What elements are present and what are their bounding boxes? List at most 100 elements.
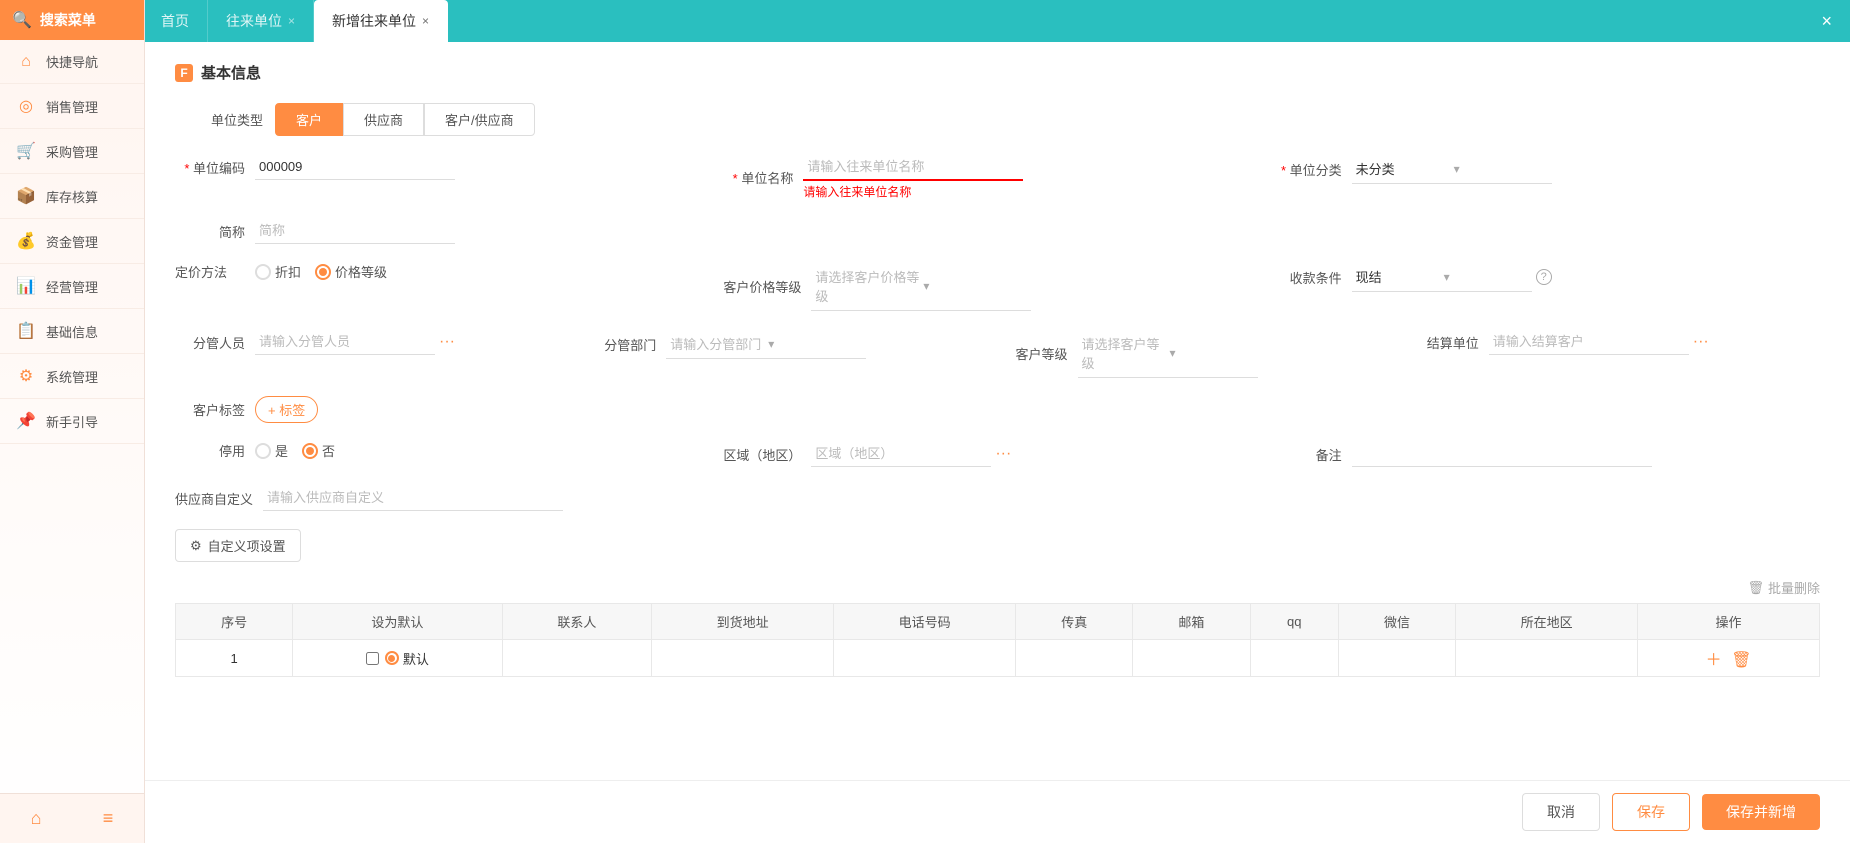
unit-type-label: 单位类型 <box>175 110 275 129</box>
sidebar-item-inventory[interactable]: 📦 库存核算 <box>0 174 144 219</box>
disabled-no-outer <box>302 443 318 459</box>
sidebar-item-finance[interactable]: 💰 资金管理 <box>0 219 144 264</box>
batch-delete-btn[interactable]: 🗑 批量删除 <box>1747 578 1820 597</box>
action-bar: 取消 保存 保存并新增 <box>145 780 1850 843</box>
sidebar-item-system[interactable]: ⚙ 系统管理 <box>0 354 144 399</box>
save-button[interactable]: 保存 <box>1612 793 1690 831</box>
pricing-level-label: 价格等级 <box>335 262 387 281</box>
section-title-text: 基本信息 <box>201 62 261 83</box>
supplier-custom-input[interactable] <box>263 485 563 511</box>
row-add-btn[interactable]: ＋ <box>1703 652 1725 669</box>
home-bottom-icon: ⌂ <box>31 808 42 829</box>
sidebar-item-finance-label: 资金管理 <box>46 232 98 251</box>
sidebar-item-sales[interactable]: ◎ 销售管理 <box>0 84 144 129</box>
unit-btn-supplier[interactable]: 供应商 <box>343 103 424 136</box>
form-row-4: 分管人员 ··· 分管部门 请输入分管部门 ▾ 客户等级 请选择客户等级 ▾ 结… <box>175 329 1820 378</box>
search-menu-label: 搜索菜单 <box>40 10 96 30</box>
disabled-yes-label: 是 <box>275 441 288 460</box>
row-delete-btn[interactable]: 🗑 <box>1728 652 1754 669</box>
customer-tag-label: 客户标签 <box>175 400 255 419</box>
unit-category-label: 单位分类 <box>1272 160 1352 179</box>
sidebar-item-operation-label: 经营管理 <box>46 277 98 296</box>
row-default-label: 默认 <box>403 649 429 668</box>
custom-settings-btn[interactable]: ⚙ 自定义项设置 <box>175 529 301 562</box>
table-header: 序号 设为默认 联系人 到货地址 电话号码 传真 邮箱 qq 微信 所在地区 操… <box>176 604 1820 640</box>
sidebar-item-quick-nav[interactable]: ⌂ 快捷导航 <box>0 40 144 84</box>
unit-name-label: 单位名称 <box>723 168 803 187</box>
row-fax <box>1016 640 1133 677</box>
short-name-input[interactable] <box>255 218 455 244</box>
row-seq: 1 <box>176 640 293 677</box>
unit-btn-both[interactable]: 客户/供应商 <box>424 103 535 136</box>
sidebar-item-base-info[interactable]: 📋 基础信息 <box>0 309 144 354</box>
dept-select[interactable]: 请输入分管部门 ▾ <box>666 329 866 359</box>
field-disabled: 停用 是 否 <box>175 441 723 460</box>
unit-code-input[interactable] <box>255 154 455 180</box>
field-supplier-custom: 供应商自定义 <box>175 485 723 511</box>
pricing-discount-radio-outer <box>255 264 271 280</box>
sidebar-item-operation[interactable]: 📊 经营管理 <box>0 264 144 309</box>
tabbar: 首页 往来单位 × 新增往来单位 × × <box>145 0 1850 42</box>
system-icon: ⚙ <box>16 366 36 386</box>
col-wechat: 微信 <box>1338 604 1455 640</box>
field-customer-price-level: 客户价格等级 请选择客户价格等级 ▾ <box>723 262 1271 311</box>
operation-icon: 📊 <box>16 276 36 296</box>
row-email <box>1133 640 1250 677</box>
sales-icon: ◎ <box>16 96 36 116</box>
remark-label: 备注 <box>1272 445 1352 464</box>
sidebar-item-guide[interactable]: 📌 新手引导 <box>0 399 144 444</box>
col-default: 设为默认 <box>293 604 502 640</box>
payment-term-select[interactable]: 现结 ▾ <box>1352 262 1532 292</box>
field-short-name: 简称 <box>175 218 723 244</box>
col-email: 邮箱 <box>1133 604 1250 640</box>
unit-btn-customer[interactable]: 客户 <box>275 103 343 136</box>
col-region: 所在地区 <box>1456 604 1638 640</box>
sidebar-more-btn[interactable]: ≡ <box>72 802 144 835</box>
row-actions: ＋ 🗑 <box>1638 640 1820 677</box>
sidebar-item-system-label: 系统管理 <box>46 367 98 386</box>
field-unit-category: 单位分类 未分类 ▾ <box>1272 154 1820 184</box>
tag-btn-label: + 标签 <box>268 400 305 419</box>
unit-name-input[interactable] <box>803 154 1023 181</box>
customer-price-level-select[interactable]: 请选择客户价格等级 ▾ <box>811 262 1031 311</box>
payment-help-icon[interactable]: ? <box>1536 269 1552 285</box>
settlement-unit-input[interactable] <box>1489 329 1689 355</box>
remark-input[interactable] <box>1352 441 1652 467</box>
tabbar-close-btn[interactable]: × <box>1811 11 1842 32</box>
disabled-no-inner <box>306 447 314 455</box>
disabled-label: 停用 <box>175 441 255 460</box>
pricing-discount-radio[interactable]: 折扣 <box>255 262 301 281</box>
disabled-no-radio[interactable]: 否 <box>302 441 335 460</box>
tab-home[interactable]: 首页 <box>153 0 208 42</box>
add-tag-btn[interactable]: + 标签 <box>255 396 318 423</box>
batch-delete-icon: 🗑 <box>1747 580 1764 596</box>
tab-units-close[interactable]: × <box>288 14 295 28</box>
area-label: 区域（地区） <box>723 445 811 464</box>
section-icon: F <box>175 64 193 82</box>
sidebar-item-purchase[interactable]: 🛒 采购管理 <box>0 129 144 174</box>
tab-new-unit-close[interactable]: × <box>422 14 429 28</box>
area-input[interactable] <box>811 441 991 467</box>
sidebar-bottom: ⌂ ≡ <box>0 793 144 843</box>
row-checkbox[interactable] <box>366 652 379 665</box>
tab-new-unit[interactable]: 新增往来单位 × <box>314 0 448 42</box>
payment-term-label: 收款条件 <box>1272 268 1352 287</box>
sidebar-home-btn[interactable]: ⌂ <box>0 802 72 835</box>
settlement-unit-dots-btn[interactable]: ··· <box>1689 333 1713 351</box>
area-dots-btn[interactable]: ··· <box>991 445 1015 463</box>
tab-units[interactable]: 往来单位 × <box>208 0 314 42</box>
manager-dots-btn[interactable]: ··· <box>435 333 459 351</box>
save-new-button[interactable]: 保存并新增 <box>1702 794 1820 830</box>
manager-input[interactable] <box>255 329 435 355</box>
search-menu-btn[interactable]: 🔍 搜索菜单 <box>0 0 144 40</box>
row-default-radio[interactable] <box>385 651 399 665</box>
disabled-yes-radio[interactable]: 是 <box>255 441 288 460</box>
contacts-table: 序号 设为默认 联系人 到货地址 电话号码 传真 邮箱 qq 微信 所在地区 操… <box>175 603 1820 677</box>
customer-level-select[interactable]: 请选择客户等级 ▾ <box>1078 329 1258 378</box>
dept-arrow: ▾ <box>768 337 862 351</box>
cancel-button[interactable]: 取消 <box>1522 793 1600 831</box>
manager-label: 分管人员 <box>175 333 255 352</box>
unit-category-arrow: ▾ <box>1454 162 1548 176</box>
pricing-level-radio[interactable]: 价格等级 <box>315 262 387 281</box>
unit-category-select[interactable]: 未分类 ▾ <box>1352 154 1552 184</box>
